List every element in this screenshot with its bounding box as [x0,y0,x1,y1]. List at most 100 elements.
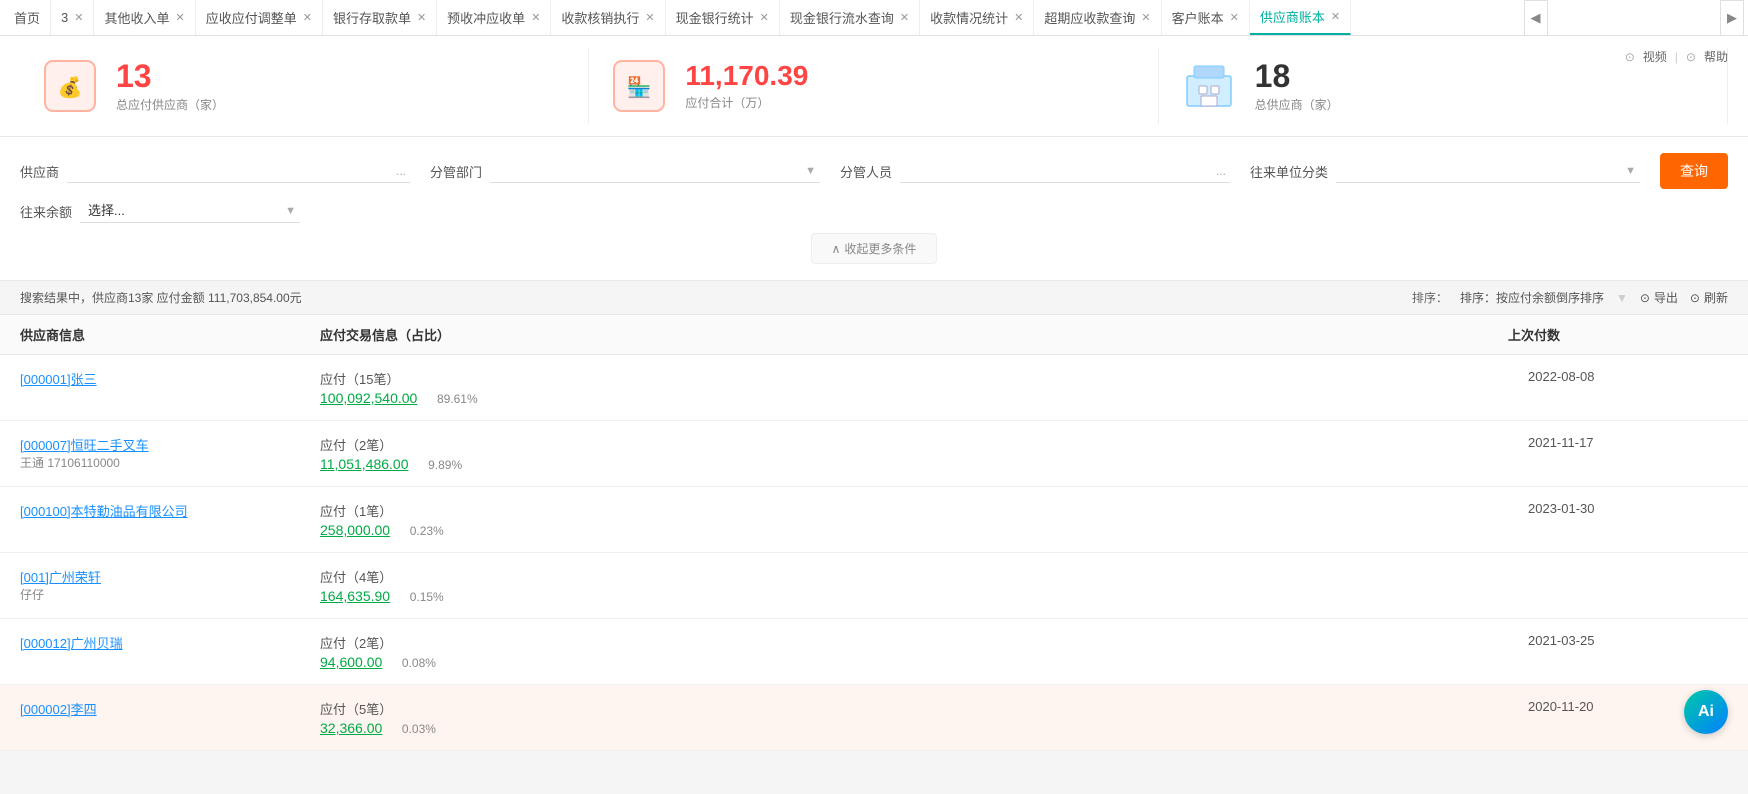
supplier-cell-0: [000001]张三 [20,369,320,388]
sort-label: 排序： [1412,289,1448,306]
supplier-link-1[interactable]: [000007]恒旺二手叉车 [20,435,320,454]
nav-next-arrow[interactable]: ▶ [1720,0,1744,36]
nav-prev-arrow[interactable]: ◀ [1524,0,1548,36]
tx-label-5: 应付（5笔） [320,702,392,717]
top-navigation: 首页 3 ✕ 其他收入单 ✕ 应收应付调整单 ✕ 银行存取款单 ✕ 预收冲应收单… [0,0,1748,36]
lastpay-date-5: 2020-11-20 [1528,699,1594,714]
nav-tab-supplier-ledger-close[interactable]: ✕ [1331,10,1340,23]
nav-tab-3-close[interactable]: ✕ [74,11,83,24]
nav-tab-overdue-ar[interactable]: 超期应收款查询 ✕ [1034,0,1161,35]
table-row[interactable]: [001]广州荣轩 仔仔 应付（4笔） 164,635.90 0.15% [0,553,1748,619]
help-link[interactable]: 帮助 [1704,48,1728,65]
tx-percent-2: 0.23% [410,524,444,538]
nav-tab-bank-deposit-close[interactable]: ✕ [417,11,426,24]
table-header: 供应商信息 应付交易信息（占比） 上次付数 [0,315,1748,355]
stats-bar: 💰 13 总应付供应商（家） 🏪 11,170.39 应付合计（万） [0,36,1748,137]
table-row[interactable]: [000012]广州贝瑞 应付（2笔） 94,600.00 0.08% 2021… [0,619,1748,685]
nav-tab-cash-bank-stats[interactable]: 现金银行统计 ✕ [666,0,780,35]
stat-info-total-suppliers: 18 总供应商（家） [1255,60,1339,113]
filter-person-wrap: ... [900,159,1230,183]
nav-tab-cash-bank-flow[interactable]: 现金银行流水查询 ✕ [780,0,920,35]
tx-label-4: 应付（2笔） [320,636,392,651]
filter-label-person: 分管人员 [840,162,892,181]
tx-amount-1[interactable]: 11,051,486.00 [320,456,409,472]
stat-label-total-suppliers: 总供应商（家） [1255,96,1339,113]
filter-dept-arrow: ▼ [801,165,820,177]
sort-link[interactable]: 排序：按应付余额倒序排序 [1460,289,1604,306]
lastpay-date-4: 2021-03-25 [1528,633,1595,648]
tx-cell-4: 应付（2笔） 94,600.00 0.08% [320,633,1528,670]
tx-percent-4: 0.08% [402,656,436,670]
tx-amount-4[interactable]: 94,600.00 [320,654,382,670]
query-button[interactable]: 查询 [1660,153,1728,189]
nav-tab-prepayment-close[interactable]: ✕ [531,11,540,24]
collapse-label: 收起更多条件 [844,240,916,257]
collapse-button[interactable]: ∧ 收起更多条件 [811,233,938,264]
nav-tab-ar-ap-adjust[interactable]: 应收应付调整单 ✕ [196,0,323,35]
nav-tab-collection-close[interactable]: ✕ [645,11,654,24]
table-row[interactable]: [000100]本特勤油品有限公司 应付（1笔） 258,000.00 0.23… [0,487,1748,553]
nav-tab-cash-bank-flow-close[interactable]: ✕ [900,11,909,24]
filter-person-dots[interactable]: ... [1212,164,1230,178]
tx-amount-0[interactable]: 100,092,540.00 [320,390,417,406]
collapse-icon: ∧ [832,242,841,256]
filter-item-balance: 往来余额 选择... ▼ [20,199,300,223]
refresh-button[interactable]: ⊙ 刷新 [1690,289,1728,306]
filter-dept-select[interactable] [490,159,801,182]
refresh-label: 刷新 [1704,289,1728,306]
export-label: 导出 [1654,289,1678,306]
nav-tab-other-income[interactable]: 其他收入单 ✕ [94,0,195,35]
supplier-link-2[interactable]: [000100]本特勤油品有限公司 [20,501,320,520]
nav-tab-collection-label: 收款核销执行 [561,8,639,27]
table-row[interactable]: [000002]李四 应付（5笔） 32,366.00 0.03% 2020-1… [0,685,1748,751]
nav-tab-customer-ledger[interactable]: 客户账本 ✕ [1162,0,1250,35]
nav-tab-ar-ap-adjust-close[interactable]: ✕ [303,11,312,24]
result-actions: 排序： 排序：按应付余额倒序排序 ▼ ⊙ 导出 ⊙ 刷新 [1412,289,1728,306]
supplier-link-0[interactable]: [000001]张三 [20,369,320,388]
tx-cell-3: 应付（4笔） 164,635.90 0.15% [320,567,1528,604]
tx-percent-5: 0.03% [402,722,436,736]
lastpay-date-0: 2022-08-08 [1528,369,1595,384]
nav-tab-3[interactable]: 3 ✕ [51,0,94,35]
nav-tab-cash-bank-stats-close[interactable]: ✕ [760,11,769,24]
col-header-transaction: 应付交易信息（占比） [320,325,1508,344]
supplier-link-3[interactable]: [001]广州荣轩 [20,567,320,586]
nav-tab-customer-ledger-close[interactable]: ✕ [1230,11,1239,24]
table-row[interactable]: [000007]恒旺二手叉车 王通 17106110000 应付（2笔） 11,… [0,421,1748,487]
nav-tab-prepayment[interactable]: 预收冲应收单 ✕ [437,0,551,35]
tx-amount-3[interactable]: 164,635.90 [320,588,390,604]
filter-person-input[interactable] [900,159,1212,182]
supplier-link-5[interactable]: [000002]李四 [20,699,320,718]
supplier-cell-1: [000007]恒旺二手叉车 王通 17106110000 [20,435,320,471]
nav-tab-supplier-ledger[interactable]: 供应商账本 ✕ [1250,0,1351,35]
filter-category-select[interactable] [1336,159,1621,182]
supplier-cell-2: [000100]本特勤油品有限公司 [20,501,320,520]
ai-button[interactable]: Ai [1684,690,1728,734]
col-header-supplier: 供应商信息 [20,325,320,344]
filter-balance-select[interactable]: 选择... [80,199,281,222]
filter-supplier-input[interactable] [67,159,392,182]
supplier-link-4[interactable]: [000012]广州贝瑞 [20,633,320,652]
export-button[interactable]: ⊙ 导出 [1640,289,1678,306]
nav-tab-collection[interactable]: 收款核销执行 ✕ [551,0,665,35]
tx-amount-5[interactable]: 32,366.00 [320,720,382,736]
tx-percent-0: 89.61% [437,392,478,406]
nav-tab-collection-stats[interactable]: 收款情况统计 ✕ [920,0,1034,35]
filter-row-2: 往来余额 选择... ▼ [20,199,1728,223]
filter-area: 供应商 ... 分管部门 ▼ 分管人员 ... 往来单位分类 [0,137,1748,281]
filter-balance-arrow: ▼ [281,205,300,217]
filter-label-category: 往来单位分类 [1250,162,1328,181]
nav-tab-home[interactable]: 首页 [4,0,51,35]
nav-tab-collection-stats-close[interactable]: ✕ [1014,11,1023,24]
tx-label-2: 应付（1笔） [320,504,392,519]
filter-label-supplier: 供应商 [20,162,59,181]
nav-tab-overdue-ar-close[interactable]: ✕ [1141,11,1150,24]
nav-tab-bank-deposit[interactable]: 银行存取款单 ✕ [323,0,437,35]
export-icon: ⊙ [1640,291,1650,305]
tx-amount-2[interactable]: 258,000.00 [320,522,390,538]
filter-item-supplier: 供应商 ... [20,159,410,183]
filter-supplier-dots[interactable]: ... [392,164,410,178]
video-link[interactable]: 视频 [1643,48,1667,65]
table-row[interactable]: [000001]张三 应付（15笔） 100,092,540.00 89.61%… [0,355,1748,421]
nav-tab-other-income-close[interactable]: ✕ [175,11,184,24]
